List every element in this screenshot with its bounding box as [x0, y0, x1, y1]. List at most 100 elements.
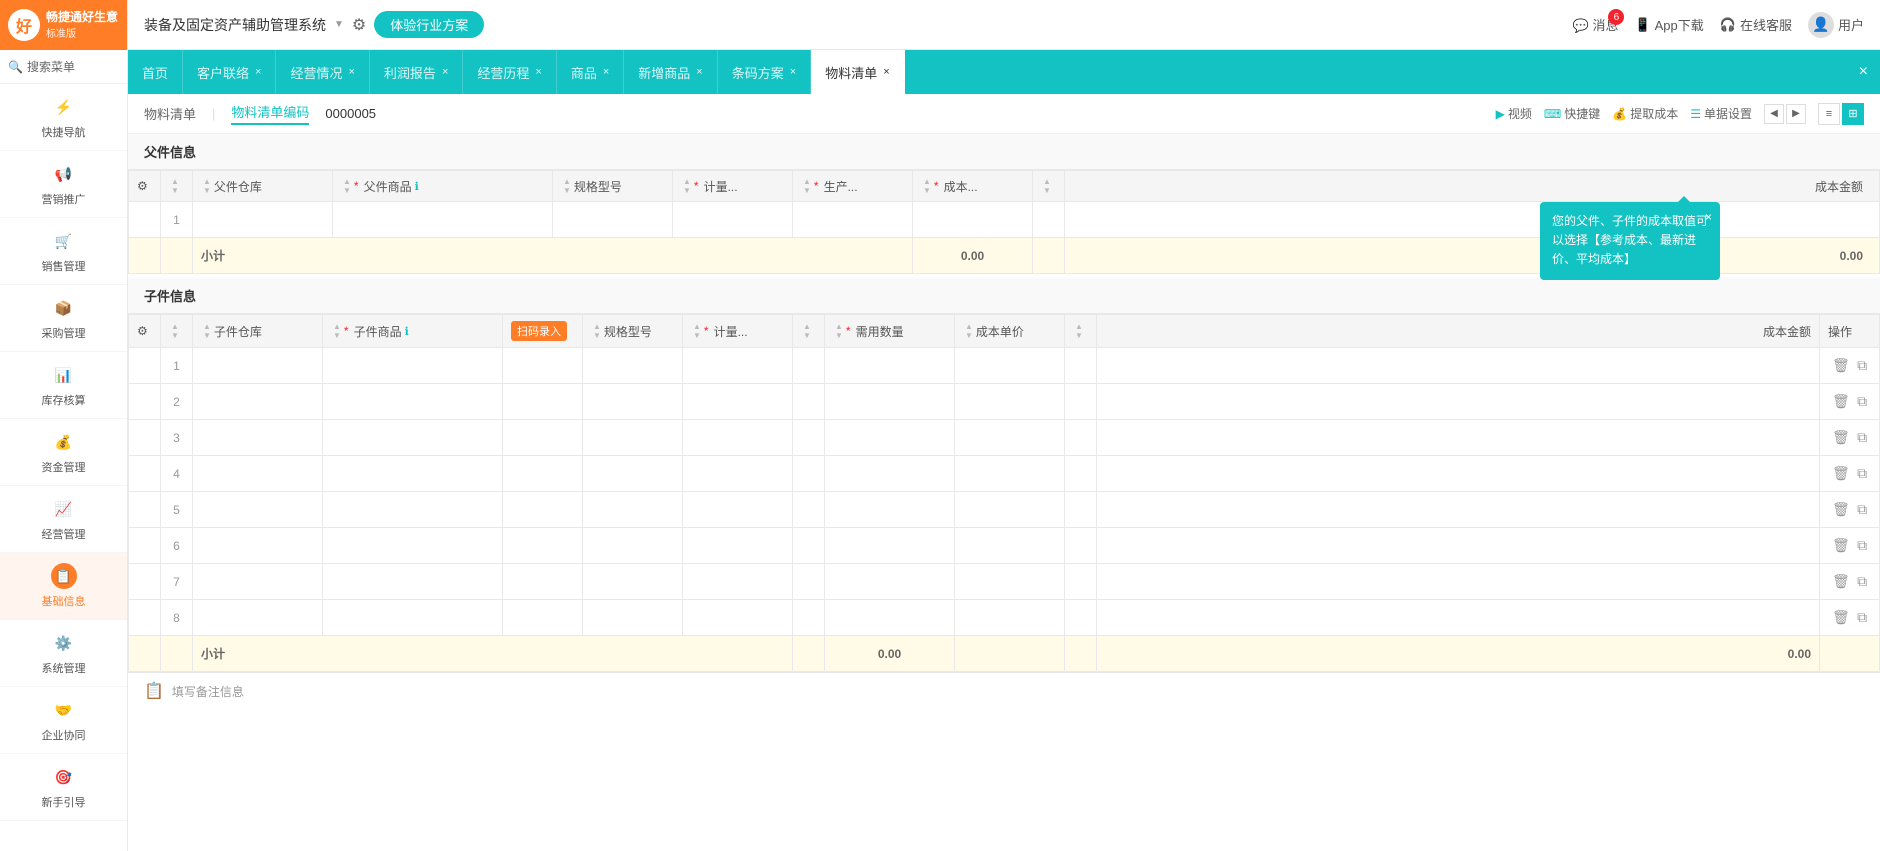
sub-header: 物料清单 | 物料清单编码 0000005 ▶ 视频 ⌨ 快捷键 💰 提取成本 [128, 94, 1880, 134]
child-th-qty: ▲▼ * 需用数量 [825, 315, 955, 348]
delete-icon[interactable]: 🗑 [1832, 429, 1850, 445]
sidebar-item-cooperation[interactable]: 🤝 企业协同 [0, 687, 127, 754]
parent-th-cost: ▲▼ * 成本... [913, 171, 1033, 202]
video-icon: ▶ [1496, 107, 1505, 121]
operations-icon: 📈 [51, 496, 77, 522]
table-row: 6 🗑 ⧉ [129, 528, 1880, 564]
notes-hint[interactable]: 填写备注信息 [172, 683, 244, 700]
parent-subtotal-label: 小计 [193, 238, 913, 274]
table-row: 2 🗑 ⧉ [129, 384, 1880, 420]
tab-barcode[interactable]: 条码方案 × [718, 50, 811, 94]
tab-profit-close[interactable]: × [442, 66, 448, 78]
parent-th-goods: ▲▼ * 父件商品 ℹ [333, 171, 553, 202]
parent-row1-unit[interactable] [673, 202, 793, 238]
copy-icon[interactable]: ⧉ [1857, 465, 1867, 481]
delete-icon[interactable]: 🗑 [1832, 573, 1850, 589]
online-service-btn[interactable]: 🎧 在线客服 [1720, 15, 1792, 34]
copy-icon[interactable]: ⧉ [1857, 393, 1867, 409]
prev-arrow[interactable]: ◀ [1764, 104, 1784, 124]
notification-icon[interactable]: 💬 6 消息 [1573, 15, 1619, 34]
nav-end-close-btn[interactable]: × [1847, 63, 1880, 81]
settings-action[interactable]: ☰ 单据设置 [1690, 105, 1752, 122]
tooltip-close-btn[interactable]: × [1705, 208, 1712, 227]
system-dropdown-arrow[interactable]: ▼ [334, 19, 344, 30]
parent-goods-info-icon[interactable]: ℹ [415, 180, 419, 193]
cost-action[interactable]: 💰 提取成本 [1612, 105, 1678, 122]
list-view-btn[interactable]: ≡ [1818, 103, 1840, 125]
shortcut-icon: ⌨ [1544, 107, 1561, 121]
sidebar-item-finance[interactable]: 💰 资金管理 [0, 419, 127, 486]
copy-icon[interactable]: ⧉ [1857, 501, 1867, 517]
copy-icon[interactable]: ⧉ [1857, 609, 1867, 625]
sales-icon: 🛒 [51, 228, 77, 254]
sub-tab-list[interactable]: 物料清单 [144, 104, 196, 123]
video-action[interactable]: ▶ 视频 [1496, 105, 1532, 122]
parent-row1-gear [129, 202, 161, 238]
tab-barcode-close[interactable]: × [790, 66, 796, 78]
delete-icon[interactable]: 🗑 [1832, 501, 1850, 517]
shortcut-action[interactable]: ⌨ 快捷键 [1544, 105, 1600, 122]
copy-icon[interactable]: ⧉ [1857, 357, 1867, 373]
header-right: 💬 6 消息 📱 App下载 🎧 在线客服 👤 用户 [1573, 12, 1864, 38]
cooperation-icon: 🤝 [51, 697, 77, 723]
parent-row1-spec[interactable] [553, 202, 673, 238]
cost-icon: 💰 [1612, 107, 1627, 121]
scan-input-btn[interactable]: 扫码录入 [511, 321, 567, 341]
parent-row1-cost[interactable] [913, 202, 1033, 238]
tab-history[interactable]: 经营历程 × [463, 50, 556, 94]
tab-material-close[interactable]: × [883, 66, 889, 78]
tab-goods[interactable]: 商品 × [557, 50, 624, 94]
grid-view-btn[interactable]: ⊞ [1842, 103, 1864, 125]
parent-row1-warehouse[interactable] [193, 202, 333, 238]
parent-row1-goods[interactable] [333, 202, 553, 238]
child-goods-info-icon[interactable]: ℹ [405, 325, 409, 338]
tab-operations-close[interactable]: × [348, 66, 354, 78]
user-profile-btn[interactable]: 👤 用户 [1808, 12, 1864, 38]
delete-icon[interactable]: 🗑 [1832, 537, 1850, 553]
sidebar-item-quick-nav[interactable]: ⚡ 快捷导航 [0, 84, 127, 151]
tab-material[interactable]: 物料清单 × [811, 50, 904, 94]
parent-th-gear[interactable]: ⚙ [129, 171, 161, 202]
parent-row1-produce[interactable] [793, 202, 913, 238]
guide-icon: 🎯 [51, 764, 77, 790]
tab-profit[interactable]: 利润报告 × [370, 50, 463, 94]
view-toggle: ≡ ⊞ [1818, 103, 1864, 125]
sidebar-item-sales[interactable]: 🛒 销售管理 [0, 218, 127, 285]
sidebar-item-purchase[interactable]: 📦 采购管理 [0, 285, 127, 352]
tab-operations[interactable]: 经营情况 × [276, 50, 369, 94]
tab-new-goods[interactable]: 新增商品 × [624, 50, 717, 94]
app-download-btn[interactable]: 📱 App下载 [1634, 15, 1703, 34]
child-th-gear[interactable]: ⚙ [129, 315, 161, 348]
settings-gear-icon[interactable]: ⚙ [352, 15, 366, 35]
copy-icon[interactable]: ⧉ [1857, 573, 1867, 589]
tab-customer-close[interactable]: × [255, 66, 261, 78]
delete-icon[interactable]: 🗑 [1832, 393, 1850, 409]
delete-icon[interactable]: 🗑 [1832, 465, 1850, 481]
sidebar-item-marketing[interactable]: 📢 营销推广 [0, 151, 127, 218]
search-menu[interactable]: 🔍 搜索菜单 [0, 50, 127, 84]
tab-home[interactable]: 首页 [128, 50, 183, 94]
tab-new-goods-close[interactable]: × [696, 66, 702, 78]
sidebar-item-inventory[interactable]: 📊 库存核算 [0, 352, 127, 419]
tab-history-close[interactable]: × [535, 66, 541, 78]
delete-icon[interactable]: 🗑 [1832, 609, 1850, 625]
parent-row1-cost-amount[interactable] [1065, 202, 1880, 238]
copy-icon[interactable]: ⧉ [1857, 537, 1867, 553]
copy-icon[interactable]: ⧉ [1857, 429, 1867, 445]
trial-button[interactable]: 体验行业方案 [374, 11, 484, 38]
sidebar-item-system[interactable]: ⚙️ 系统管理 [0, 620, 127, 687]
delete-icon[interactable]: 🗑 [1832, 357, 1850, 373]
tab-goods-close[interactable]: × [603, 66, 609, 78]
next-arrow[interactable]: ▶ [1786, 104, 1806, 124]
table-row: 8 🗑 ⧉ [129, 600, 1880, 636]
sidebar-item-operations[interactable]: 📈 经营管理 [0, 486, 127, 553]
sub-tab-form[interactable]: 物料清单编码 [231, 102, 309, 125]
parent-section-title: 父件信息 [128, 134, 1880, 170]
tab-customer[interactable]: 客户联络 × [183, 50, 276, 94]
system-icon: ⚙️ [51, 630, 77, 656]
child-subtotal-amount: 0.00 [1097, 636, 1820, 672]
child-th-unit-cost: ▲▼ 成本单价 [955, 315, 1065, 348]
purchase-icon: 📦 [51, 295, 77, 321]
sidebar-item-guide[interactable]: 🎯 新手引导 [0, 754, 127, 821]
sidebar-item-basic-info[interactable]: 📋 基础信息 [0, 553, 127, 620]
